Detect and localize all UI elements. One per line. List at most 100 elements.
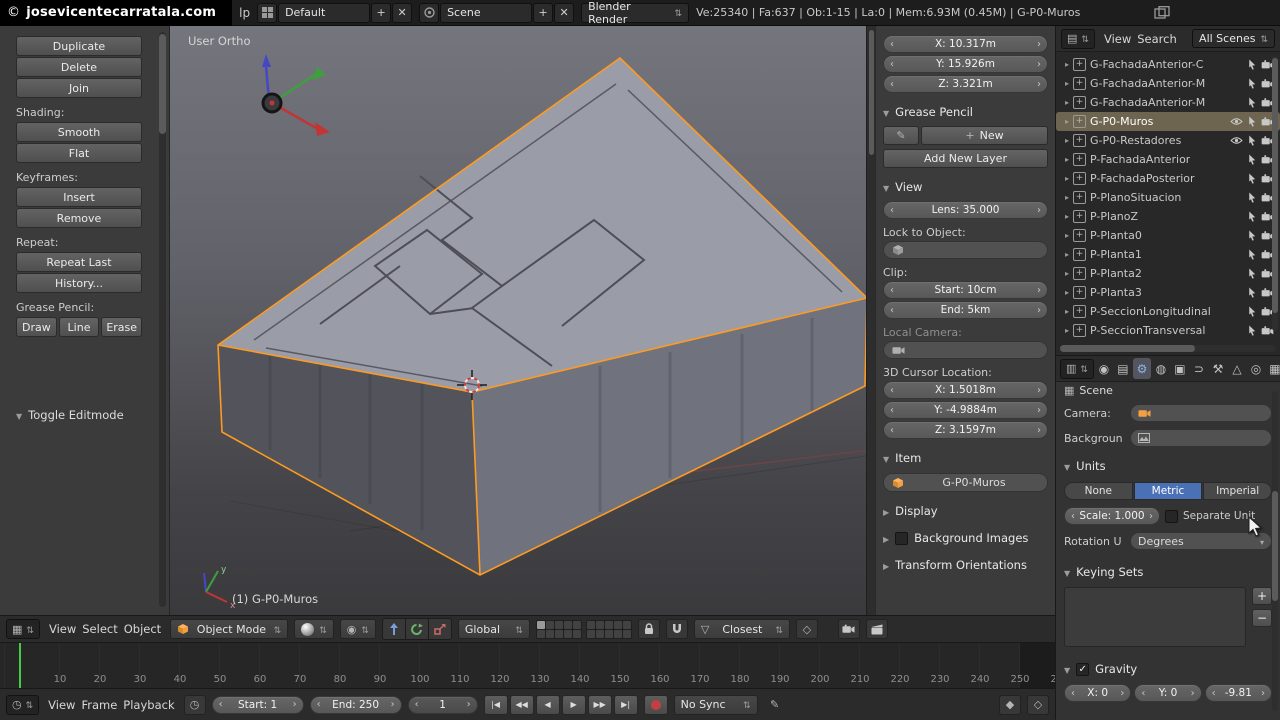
keying-sets-list[interactable] xyxy=(1064,587,1246,647)
properties-vscrollbar[interactable] xyxy=(1272,391,1278,711)
transform-field[interactable]: Y: 15.926m xyxy=(883,55,1048,73)
local-camera-field[interactable] xyxy=(883,341,1048,359)
cursor-select-icon[interactable] xyxy=(1247,249,1257,260)
tool-shelf-button[interactable]: Insert xyxy=(16,187,142,207)
new-grease-pencil-button[interactable]: + New xyxy=(921,126,1048,145)
layer-toggle[interactable] xyxy=(554,629,563,638)
properties-tab-render[interactable]: ◉ xyxy=(1095,358,1113,379)
scale-manipulator-button[interactable] xyxy=(428,619,451,639)
expander-icon[interactable]: ▸ xyxy=(1065,60,1069,69)
lens-field[interactable]: Lens: 35.000 xyxy=(883,201,1048,219)
sync-dropdown[interactable]: No Sync xyxy=(673,694,758,715)
add-keying-set-button[interactable]: + xyxy=(1252,587,1272,605)
expander-icon[interactable]: ▸ xyxy=(1065,136,1069,145)
eye-icon[interactable] xyxy=(1230,136,1243,145)
opengl-render-anim-button[interactable] xyxy=(865,619,888,639)
mode-dropdown[interactable]: Object Mode xyxy=(170,619,289,639)
outliner-row[interactable]: ▸ + P-SeccionTransversal xyxy=(1056,321,1280,340)
gravity-field[interactable]: Y: 0 xyxy=(1134,684,1202,702)
expander-icon[interactable]: ▸ xyxy=(1065,174,1069,183)
close-layout-button[interactable]: ✕ xyxy=(392,2,413,23)
transform-field[interactable]: Z: 3.321m xyxy=(883,75,1048,93)
transport-button[interactable]: ◀◀ xyxy=(509,694,534,715)
expander-icon[interactable]: ▸ xyxy=(1065,155,1069,164)
npanel-scrollbar[interactable] xyxy=(866,26,875,615)
timeline-editor-selector[interactable]: ◷ xyxy=(6,694,40,715)
unit-scale-field[interactable]: Scale: 1.000 xyxy=(1064,507,1160,525)
delete-keyframe-button[interactable]: ◇ xyxy=(1027,694,1049,715)
current-frame-field[interactable]: 1 xyxy=(407,695,478,714)
expander-icon[interactable]: ▸ xyxy=(1065,307,1069,316)
expander-icon[interactable]: ▸ xyxy=(1065,288,1069,297)
expander-icon[interactable]: ▸ xyxy=(1065,231,1069,240)
outliner-row[interactable]: ▸ + P-PlanoZ xyxy=(1056,207,1280,226)
remove-keying-set-button[interactable]: − xyxy=(1252,609,1272,627)
transport-button[interactable]: ◀ xyxy=(535,694,560,715)
transport-button[interactable]: ▶▶ xyxy=(587,694,612,715)
background-set-field[interactable] xyxy=(1130,429,1272,447)
properties-tab-modifiers[interactable]: ⚒ xyxy=(1209,358,1227,379)
tool-shelf-button[interactable]: Duplicate xyxy=(16,36,142,56)
scene-name-field[interactable]: Scene xyxy=(440,2,533,23)
tool-shelf-button[interactable]: Repeat Last xyxy=(16,252,142,272)
layer-toggle[interactable] xyxy=(604,629,613,638)
expander-icon[interactable]: ▸ xyxy=(1065,212,1069,221)
properties-vscrollbar-thumb[interactable] xyxy=(1272,491,1278,601)
add-scene-button[interactable]: + xyxy=(533,2,554,23)
properties-tab-texture[interactable]: ▦ xyxy=(1266,358,1280,379)
cursor-select-icon[interactable] xyxy=(1247,135,1257,146)
expander-icon[interactable]: ▸ xyxy=(1065,117,1069,126)
npanel-scrollbar-thumb[interactable] xyxy=(869,30,874,155)
outliner-row[interactable]: ▸ + P-PlanoSituacion xyxy=(1056,188,1280,207)
snap-element-dropdown[interactable]: ▽ Closest xyxy=(693,619,790,639)
layer-toggle[interactable] xyxy=(604,620,613,629)
viewport-shading-dropdown[interactable] xyxy=(294,619,334,639)
outliner-row[interactable]: ▸ + P-Planta2 xyxy=(1056,264,1280,283)
lock-layers-button[interactable] xyxy=(637,619,660,639)
tool-shelf-button[interactable]: Draw xyxy=(16,317,57,337)
frame-end-field[interactable]: End: 250 xyxy=(309,695,402,714)
properties-tab-material[interactable]: ◎ xyxy=(1247,358,1265,379)
render-engine-dropdown[interactable]: Blender Render xyxy=(581,0,690,26)
cursor-select-icon[interactable] xyxy=(1247,78,1257,89)
outliner-row[interactable]: ▸ + P-SeccionLongitudinal xyxy=(1056,302,1280,321)
view3d-menu[interactable]: View xyxy=(46,622,79,636)
layer-toggle[interactable] xyxy=(572,620,581,629)
timeline-menu[interactable]: Playback xyxy=(120,698,177,712)
properties-tab-object[interactable]: ▣ xyxy=(1171,358,1189,379)
outliner-vscrollbar-thumb[interactable] xyxy=(1272,58,1278,313)
gravity-checkbox[interactable] xyxy=(1076,662,1090,676)
view3d-editor-selector[interactable]: ▦ xyxy=(6,619,40,639)
scene-browse-button[interactable] xyxy=(419,2,440,23)
cursor-select-icon[interactable] xyxy=(1247,59,1257,70)
cursor-location-field[interactable]: X: 1.5018m xyxy=(883,381,1048,399)
properties-tab-render-layers[interactable]: ▤ xyxy=(1114,358,1132,379)
layer-toggle[interactable] xyxy=(536,629,545,638)
layer-toggle[interactable] xyxy=(595,620,604,629)
expander-icon[interactable]: ▸ xyxy=(1065,250,1069,259)
outliner-row[interactable]: ▸ + G-FachadaAnterior-M xyxy=(1056,93,1280,112)
gravity-panel-header[interactable]: Gravity xyxy=(1064,661,1272,677)
transport-button[interactable]: |◀ xyxy=(483,694,508,715)
properties-tab-data[interactable]: △ xyxy=(1228,358,1246,379)
properties-tab-scene[interactable]: ⚙ xyxy=(1132,358,1151,379)
item-panel-header[interactable]: Item xyxy=(883,450,1048,466)
layer-toggle[interactable] xyxy=(613,629,622,638)
background-images-panel-header[interactable]: Background Images xyxy=(883,530,1048,546)
outliner-vscrollbar[interactable] xyxy=(1272,56,1278,331)
frame-start-field[interactable]: Start: 1 xyxy=(211,695,304,714)
add-new-layer-button[interactable]: Add New Layer xyxy=(883,149,1048,168)
orientation-dropdown[interactable]: Global xyxy=(457,619,530,639)
outliner-row[interactable]: ▸ + G-P0-Restadores xyxy=(1056,131,1280,150)
transform-field[interactable]: X: 10.317m xyxy=(883,35,1048,53)
gravity-field[interactable]: -9.81 xyxy=(1204,684,1272,702)
cursor-select-icon[interactable] xyxy=(1247,287,1257,298)
transport-button[interactable]: ▶| xyxy=(613,694,638,715)
layer-toggle[interactable] xyxy=(554,620,563,629)
layer-toggle[interactable] xyxy=(595,629,604,638)
timeline-ruler[interactable]: 10 20 30 40 50 60 70 80 90 100 110 120 130 140 150 160 1… xyxy=(0,642,1055,688)
outliner-row[interactable]: ▸ + P-FachadaPosterior xyxy=(1056,169,1280,188)
cursor-select-icon[interactable] xyxy=(1247,325,1257,336)
clip-start-field[interactable]: Start: 10cm xyxy=(883,281,1048,299)
view3d-menu[interactable]: Object xyxy=(121,622,164,636)
